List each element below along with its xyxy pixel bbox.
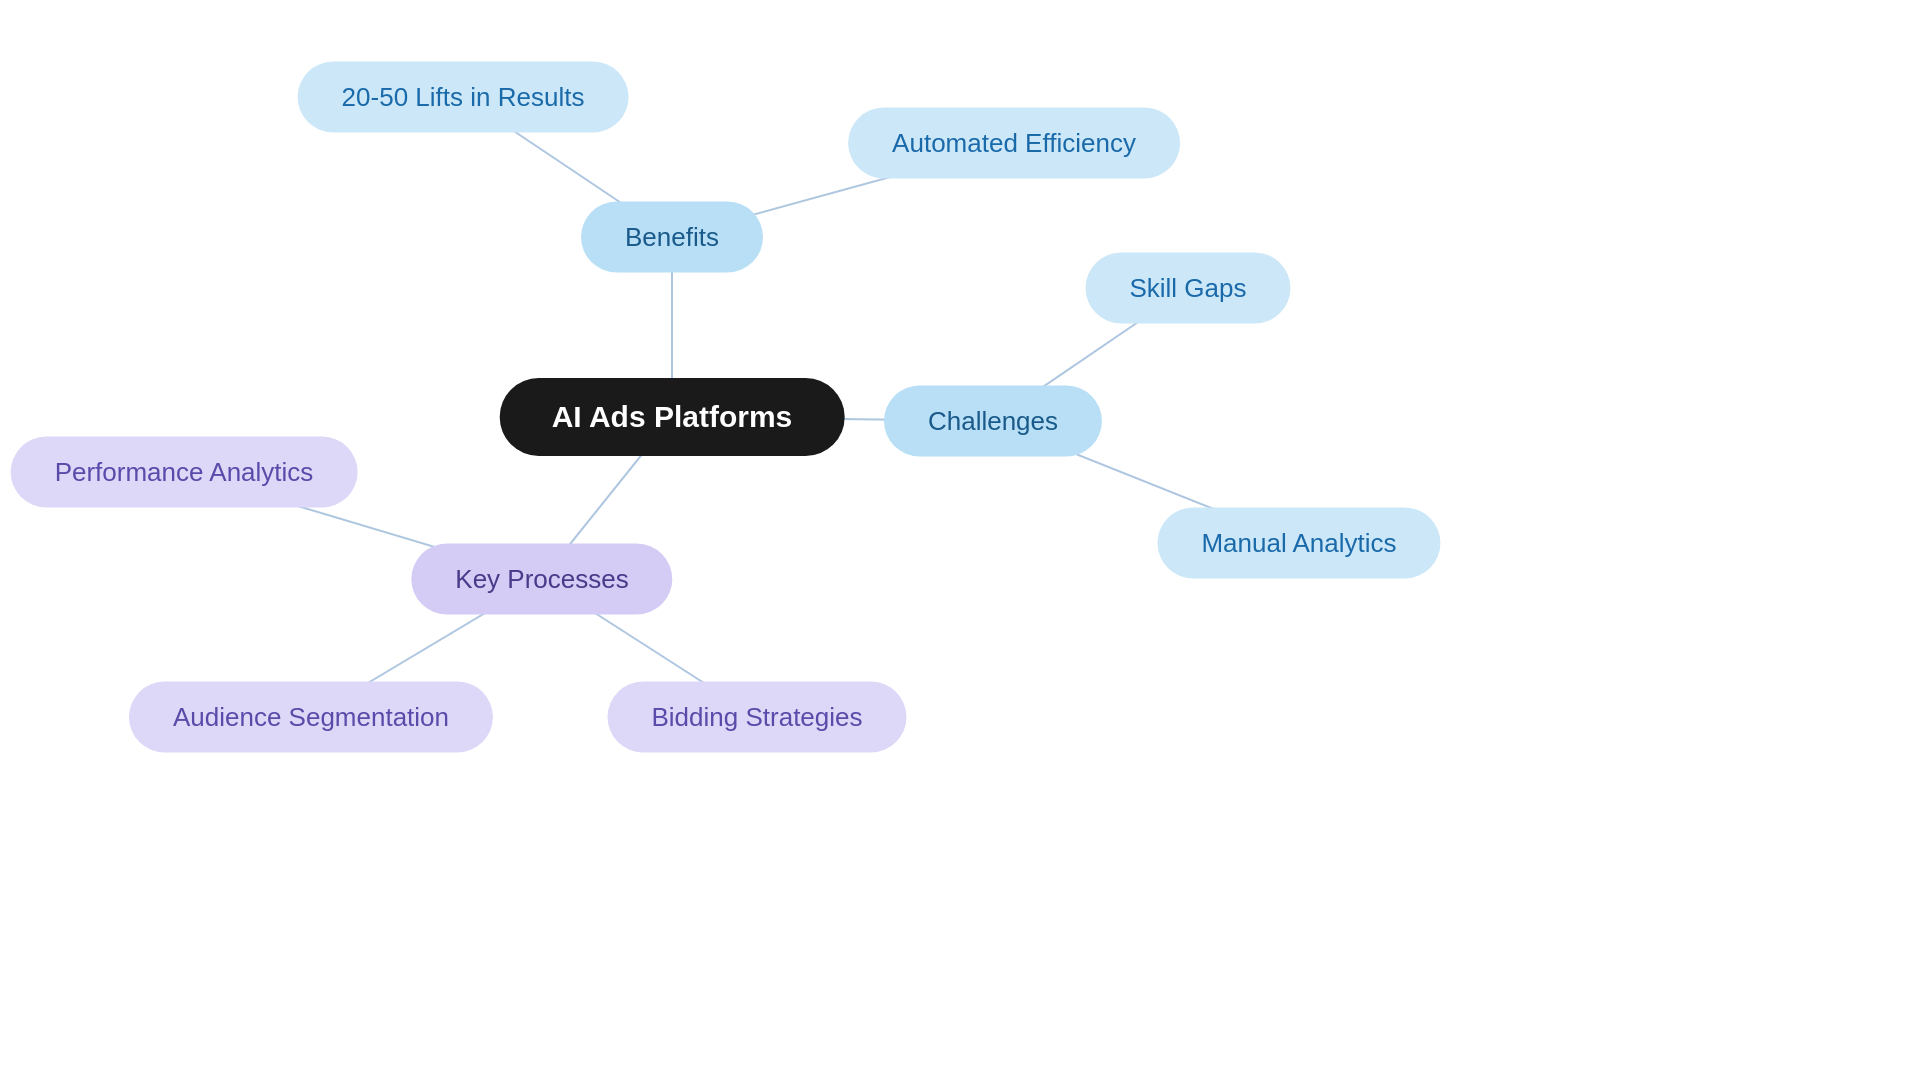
mind-map: AI Ads Platforms Benefits 20-50 Lifts in… <box>0 0 1920 1083</box>
bidding-strategies-node[interactable]: Bidding Strategies <box>607 682 906 753</box>
manual-analytics-node[interactable]: Manual Analytics <box>1157 508 1440 579</box>
lifts-node[interactable]: 20-50 Lifts in Results <box>298 62 629 133</box>
performance-analytics-node[interactable]: Performance Analytics <box>11 437 358 508</box>
center-node[interactable]: AI Ads Platforms <box>500 378 845 456</box>
skill-gaps-node[interactable]: Skill Gaps <box>1085 253 1290 324</box>
benefits-node[interactable]: Benefits <box>581 202 763 273</box>
challenges-node[interactable]: Challenges <box>884 386 1102 457</box>
key-processes-node[interactable]: Key Processes <box>411 544 672 615</box>
automated-node[interactable]: Automated Efficiency <box>848 108 1180 179</box>
audience-segmentation-node[interactable]: Audience Segmentation <box>129 682 493 753</box>
